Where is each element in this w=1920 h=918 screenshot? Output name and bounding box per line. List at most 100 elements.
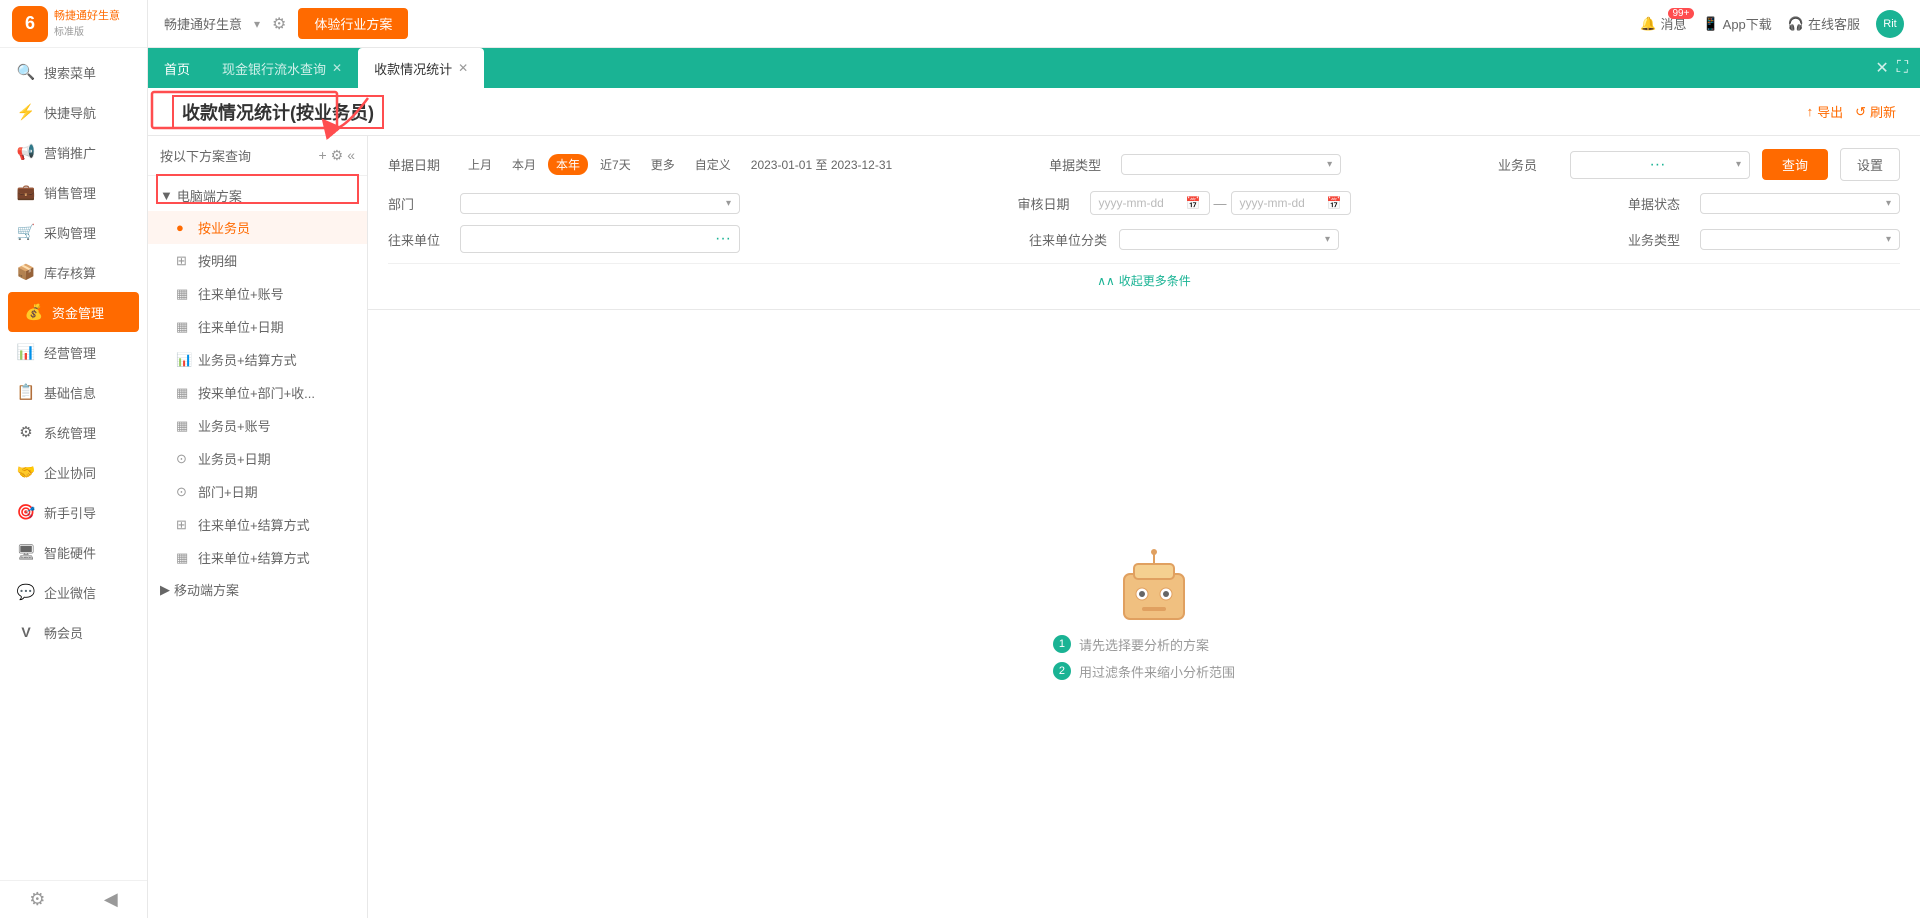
add-scheme-button[interactable]: + <box>318 147 326 164</box>
sidebar-item-operation[interactable]: 📊 经营管理 <box>0 332 147 372</box>
date-range-display: 2023-01-01 至 2023-12-31 <box>751 156 892 173</box>
shortcut-last-month[interactable]: 上月 <box>460 154 500 175</box>
sidebar-item-finance[interactable]: 💰 资金管理 <box>8 292 139 332</box>
scheme-partner-date[interactable]: ▦ 往来单位+日期 <box>148 310 367 343</box>
enterprise-icon: 🤝 <box>16 462 36 482</box>
partner-category-label: 往来单位分类 <box>1029 230 1107 249</box>
scheme-tree: ▼ 电脑端方案 ● 按业务员 ⊞ 按明细 ▦ 往来单位+账号 <box>148 176 367 918</box>
scheme-partner-settlement2[interactable]: ▦ 往来单位+结算方式 <box>148 541 367 574</box>
dept-date-icon: ⊙ <box>176 484 192 500</box>
shortcut-custom[interactable]: 自定义 <box>687 154 739 175</box>
header-right: 🔔 消息 99+ 📱 App下载 🎧 在线客服 Rit <box>1640 10 1904 38</box>
review-date-group: yyyy-mm-dd 📅 — yyyy-mm-dd 📅 <box>1090 191 1351 215</box>
mobile-scheme-group[interactable]: ▶ 移动端方案 <box>148 574 367 605</box>
scheme-sales-settlement[interactable]: 📊 业务员+结算方式 <box>148 343 367 376</box>
online-service-action[interactable]: 🎧 在线客服 <box>1788 14 1860 33</box>
tab-home[interactable]: 首页 <box>148 48 206 88</box>
scheme-dept-date[interactable]: ⊙ 部门+日期 <box>148 475 367 508</box>
header-settings-icon[interactable]: ⚙ <box>272 14 286 34</box>
bill-status-dropdown[interactable]: ▾ <box>1700 193 1900 214</box>
group-collapse-icon: ▶ <box>160 582 170 598</box>
scheme-partner-account[interactable]: ▦ 往来单位+账号 <box>148 277 367 310</box>
scheme-detail[interactable]: ⊞ 按明细 <box>148 244 367 277</box>
settings-bottom-icon[interactable]: ⚙ <box>29 889 45 910</box>
quicknav-icon: ⚡ <box>16 102 36 122</box>
basic-icon: 📋 <box>16 382 36 402</box>
finance-icon: 💰 <box>24 302 44 322</box>
scheme-partner-dept[interactable]: ▦ 按来单位+部门+收... <box>148 376 367 409</box>
sidebar-item-guide[interactable]: 🎯 新手引导 <box>0 492 147 532</box>
sidebar-item-basic[interactable]: 📋 基础信息 <box>0 372 147 412</box>
tab-collection[interactable]: 收款情况统计 ✕ <box>358 48 484 88</box>
sidebar-item-marketing[interactable]: 📢 营销推广 <box>0 132 147 172</box>
dept-dropdown-arrow: ▾ <box>726 198 731 209</box>
workspace-dropdown-icon[interactable]: ▾ <box>254 17 260 31</box>
avatar[interactable]: Rit <box>1876 10 1904 38</box>
tab-bank-close[interactable]: ✕ <box>332 61 342 75</box>
sidebar-item-enterprise[interactable]: 🤝 企业协同 <box>0 452 147 492</box>
settings-button[interactable]: 设置 <box>1840 148 1900 181</box>
dept-dropdown[interactable]: ▾ <box>460 193 740 214</box>
system-icon: ⚙ <box>16 422 36 442</box>
sidebar-item-quicknav[interactable]: ⚡ 快捷导航 <box>0 92 147 132</box>
scheme-settings-icon[interactable]: ⚙ <box>331 147 344 164</box>
review-date-end[interactable]: yyyy-mm-dd 📅 <box>1231 191 1351 215</box>
scheme-salesperson[interactable]: ● 按业务员 <box>148 211 367 244</box>
export-icon: ↑ <box>1807 104 1814 119</box>
partner-dropdown[interactable]: ··· <box>460 225 740 253</box>
partner-dept-icon: ▦ <box>176 385 192 401</box>
refresh-icon: ↺ <box>1855 104 1866 120</box>
sidebar-item-member[interactable]: V 畅会员 <box>0 612 147 652</box>
logo-edition: 标准版 <box>54 23 120 38</box>
type-dropdown[interactable]: ▾ <box>1121 154 1341 175</box>
salesperson-dropdown[interactable]: ··· ▾ <box>1570 151 1750 179</box>
scheme-sales-date[interactable]: ⊙ 业务员+日期 <box>148 442 367 475</box>
date-label: 单据日期 <box>388 155 448 174</box>
tab-bank[interactable]: 现金银行流水查询 ✕ <box>206 48 358 88</box>
sidebar: 6 畅捷通好生意 标准版 🔍 搜索菜单 ⚡ 快捷导航 📢 营销推广 💼 销售管理… <box>0 0 148 918</box>
partner-label: 往来单位 <box>388 230 448 249</box>
message-badge: 99+ <box>1668 8 1695 19</box>
sidebar-item-sales[interactable]: 💼 销售管理 <box>0 172 147 212</box>
tab-maximize-icon[interactable]: ⛶ <box>1897 59 1908 77</box>
scheme-partner-settlement1[interactable]: ⊞ 往来单位+结算方式 <box>148 508 367 541</box>
partner-category-dropdown[interactable]: ▾ <box>1119 229 1339 250</box>
query-button[interactable]: 查询 <box>1762 149 1828 180</box>
left-panel-header-actions: + ⚙ « <box>318 147 355 164</box>
export-button[interactable]: ↑ 导出 <box>1807 102 1844 121</box>
scheme-sales-account[interactable]: ▦ 业务员+账号 <box>148 409 367 442</box>
sales-icon: 💼 <box>16 182 36 202</box>
collapse-more-conditions[interactable]: ∧∧ 收起更多条件 <box>388 263 1900 297</box>
sales-date-icon: ⊙ <box>176 451 192 467</box>
desktop-scheme-group[interactable]: ▼ 电脑端方案 <box>148 180 367 211</box>
sidebar-item-purchase[interactable]: 🛒 采购管理 <box>0 212 147 252</box>
shortcut-more[interactable]: 更多 <box>643 154 683 175</box>
refresh-button[interactable]: ↺ 刷新 <box>1855 102 1896 121</box>
shortcut-last-7-days[interactable]: 近7天 <box>592 154 639 175</box>
collapse-sidebar-icon[interactable]: ◀ <box>104 889 118 910</box>
logo-text: 畅捷通好生意 <box>54 9 120 23</box>
shortcut-this-month[interactable]: 本月 <box>504 154 544 175</box>
tab-collection-close[interactable]: ✕ <box>458 61 468 75</box>
salesperson-more-icon[interactable]: ··· <box>1649 156 1665 174</box>
business-type-label: 业务类型 <box>1628 230 1688 249</box>
sidebar-item-system[interactable]: ⚙ 系统管理 <box>0 412 147 452</box>
sidebar-item-wechat[interactable]: 💬 企业微信 <box>0 572 147 612</box>
trial-button[interactable]: 体验行业方案 <box>298 8 408 39</box>
collapse-panel-icon[interactable]: « <box>347 147 355 164</box>
shortcut-this-year[interactable]: 本年 <box>548 154 588 175</box>
partner-dots-icon[interactable]: ··· <box>715 230 731 248</box>
sidebar-item-search[interactable]: 🔍 搜索菜单 <box>0 52 147 92</box>
sales-account-icon: ▦ <box>176 418 192 434</box>
salesperson-label: 业务员 <box>1498 155 1558 174</box>
message-icon: 🔔 <box>1640 16 1656 32</box>
sidebar-item-inventory[interactable]: 📦 库存核算 <box>0 252 147 292</box>
app-download-action[interactable]: 📱 App下载 <box>1702 14 1771 33</box>
logo-icon: 6 <box>12 6 48 42</box>
business-type-dropdown[interactable]: ▾ <box>1700 229 1900 250</box>
collapse-icon: ∧∧ <box>1097 274 1115 288</box>
review-date-start[interactable]: yyyy-mm-dd 📅 <box>1090 191 1210 215</box>
sidebar-item-hardware[interactable]: 🖥 智能硬件 <box>0 532 147 572</box>
tab-close-all-icon[interactable]: ✕ <box>1875 58 1888 78</box>
message-action[interactable]: 🔔 消息 99+ <box>1640 14 1686 33</box>
